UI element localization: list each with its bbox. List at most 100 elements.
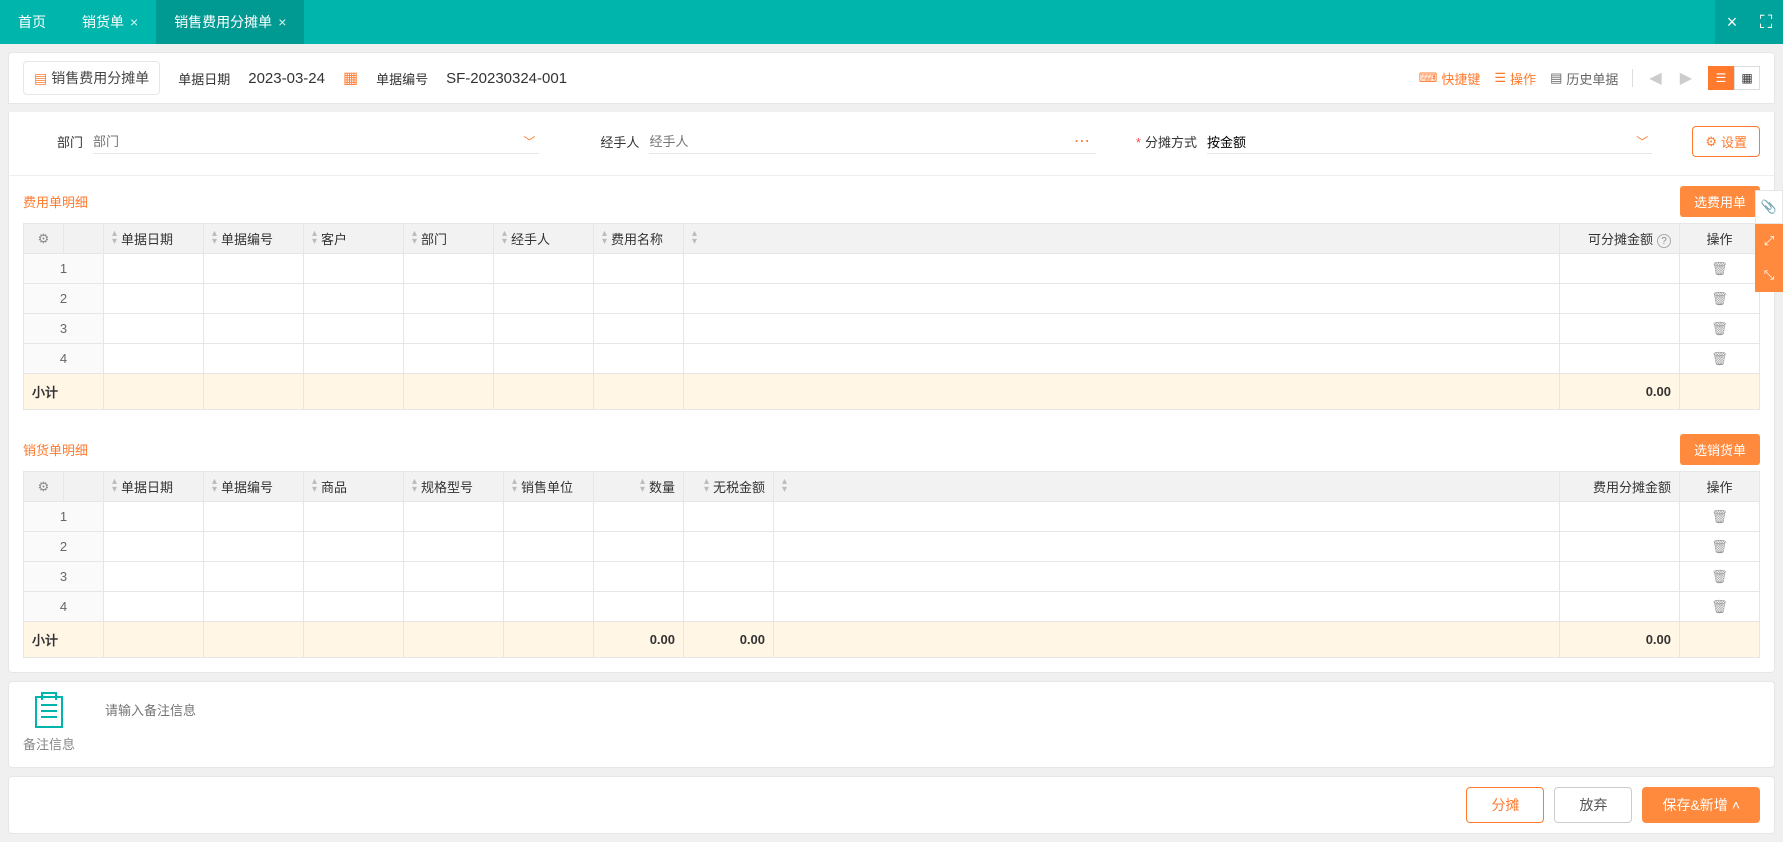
remarks-input[interactable]	[105, 700, 1760, 750]
col-action: 操作	[1680, 224, 1760, 254]
dept-input[interactable]	[93, 134, 539, 149]
document-type-tab[interactable]: ▤ 销售费用分摊单	[23, 61, 160, 95]
table-row[interactable]: 1🗑	[24, 502, 1760, 532]
handler-label: 经手人	[579, 132, 639, 151]
abandon-button[interactable]: 放弃	[1554, 787, 1632, 823]
save-new-button[interactable]: 保存&新增˄	[1642, 787, 1760, 823]
document-icon: ▤	[34, 70, 47, 87]
history-icon: ▤	[1550, 70, 1562, 86]
handler-select[interactable]: ⋯	[649, 130, 1095, 154]
gear-icon: ☰	[1494, 70, 1506, 86]
sales-panel-title: 销货单明细	[23, 440, 88, 459]
delete-row-icon[interactable]: 🗑	[1680, 592, 1760, 622]
col-blank[interactable]: ▴▾	[684, 224, 1560, 254]
close-icon[interactable]: ×	[130, 14, 138, 30]
delete-row-icon[interactable]: 🗑	[1680, 502, 1760, 532]
table-row[interactable]: 3🗑	[24, 562, 1760, 592]
col-no[interactable]: ▴▾单据编号	[204, 224, 304, 254]
remarks-panel: 备注信息	[8, 681, 1775, 768]
calendar-icon[interactable]: ▦	[343, 68, 358, 88]
delete-row-icon[interactable]: 🗑	[1680, 254, 1760, 284]
tab-sales-order[interactable]: 销货单×	[64, 0, 156, 44]
dept-select[interactable]: ﹀	[93, 130, 539, 154]
delete-row-icon[interactable]: 🗑	[1680, 314, 1760, 344]
table-row[interactable]: 4🗑	[24, 344, 1760, 374]
settings-button[interactable]: ⚙设置	[1692, 126, 1760, 157]
allocate-button[interactable]: 分摊	[1466, 787, 1544, 823]
sales-table: ⚙ ▴▾单据日期 ▴▾单据编号 ▴▾商品 ▴▾规格型号 ▴▾销售单位 ▴▾数量 …	[23, 471, 1760, 658]
col-action: 操作	[1680, 472, 1760, 502]
col-qty[interactable]: ▴▾数量	[594, 472, 684, 502]
window-close-icon[interactable]: ×	[1715, 0, 1749, 44]
select-sales-button[interactable]: 选销货单	[1680, 434, 1760, 465]
document-toolbar: ▤ 销售费用分摊单 单据日期 2023-03-24 ▦ 单据编号 SF-2023…	[8, 52, 1775, 104]
method-input[interactable]	[1207, 134, 1652, 149]
view-list-button[interactable]: ☰	[1708, 66, 1734, 90]
col-fee-name[interactable]: ▴▾费用名称	[594, 224, 684, 254]
table-row[interactable]: 4🗑	[24, 592, 1760, 622]
col-no[interactable]: ▴▾单据编号	[204, 472, 304, 502]
expense-panel-title: 费用单明细	[23, 192, 88, 211]
col-alloc-amount[interactable]: 可分摊金额?	[1560, 224, 1680, 254]
right-rail: 📎 ⤢ ⤡	[1755, 190, 1783, 292]
footer-action-bar: 分摊 放弃 保存&新增˄	[8, 776, 1775, 834]
help-icon[interactable]: ?	[1657, 234, 1671, 248]
more-icon: ⋯	[1074, 131, 1092, 151]
fullscreen-icon[interactable]: ⛶	[1749, 0, 1783, 44]
doc-no-label: 单据编号	[376, 69, 428, 88]
next-arrow-icon[interactable]: ▶	[1678, 68, 1694, 88]
table-row[interactable]: 2🗑	[24, 284, 1760, 314]
col-unit[interactable]: ▴▾销售单位	[504, 472, 594, 502]
col-handler[interactable]: ▴▾经手人	[494, 224, 594, 254]
table-row[interactable]: 2🗑	[24, 532, 1760, 562]
table-settings-icon[interactable]: ⚙	[24, 472, 64, 502]
dept-label: 部门	[23, 132, 83, 151]
delete-row-icon[interactable]: 🗑	[1680, 532, 1760, 562]
delete-row-icon[interactable]: 🗑	[1680, 562, 1760, 592]
view-grid-button[interactable]: ▦	[1734, 66, 1760, 90]
remarks-label: 备注信息	[23, 734, 75, 753]
operate-link[interactable]: ☰操作	[1494, 69, 1536, 88]
table-row[interactable]: 1🗑	[24, 254, 1760, 284]
notes-icon	[35, 696, 63, 728]
tab-home[interactable]: 首页	[0, 0, 64, 44]
attachment-icon[interactable]: 📎	[1755, 190, 1783, 224]
chevron-up-icon: ˄	[1732, 797, 1740, 813]
method-label: *分摊方式	[1136, 132, 1197, 151]
delete-row-icon[interactable]: 🗑	[1680, 344, 1760, 374]
col-alloc[interactable]: 费用分摊金额	[1560, 472, 1680, 502]
col-product[interactable]: ▴▾商品	[304, 472, 404, 502]
col-dept[interactable]: ▴▾部门	[404, 224, 494, 254]
chevron-down-icon: ﹀	[523, 133, 535, 150]
delete-row-icon[interactable]: 🗑	[1680, 284, 1760, 314]
col-blank[interactable]: ▴▾	[774, 472, 1560, 502]
table-row[interactable]: 3🗑	[24, 314, 1760, 344]
form-filter-row: 部门 ﹀ 经手人 ⋯ *分摊方式 ﹀ ⚙设置	[8, 112, 1775, 176]
expand-icon[interactable]: ⤢	[1755, 224, 1783, 258]
col-untaxed[interactable]: ▴▾无税金额	[684, 472, 774, 502]
col-spec[interactable]: ▴▾规格型号	[404, 472, 504, 502]
chevron-down-icon: ﹀	[1636, 133, 1648, 150]
tab-sales-expense-allocation[interactable]: 销售费用分摊单×	[156, 0, 304, 44]
table-settings-icon[interactable]: ⚙	[24, 224, 64, 254]
gear-icon: ⚙	[1705, 134, 1717, 150]
col-customer[interactable]: ▴▾客户	[304, 224, 404, 254]
expand-alt-icon[interactable]: ⤡	[1755, 258, 1783, 292]
shortcut-link[interactable]: ⌨快捷键	[1419, 69, 1481, 88]
select-expense-button[interactable]: 选费用单	[1680, 186, 1760, 217]
expense-detail-panel: 费用单明细 选费用单 ⚙ ▴▾单据日期 ▴▾单据编号 ▴▾客户 ▴▾部门 ▴▾经…	[8, 176, 1775, 424]
expense-table: ⚙ ▴▾单据日期 ▴▾单据编号 ▴▾客户 ▴▾部门 ▴▾经手人 ▴▾费用名称 ▴…	[23, 223, 1760, 410]
handler-input[interactable]	[649, 134, 1095, 149]
keyboard-icon: ⌨	[1419, 70, 1438, 86]
subtotal-row: 小计0.000.000.00	[24, 622, 1760, 658]
close-icon[interactable]: ×	[278, 14, 286, 30]
doc-no-value: SF-20230324-001	[446, 70, 567, 87]
method-select[interactable]: ﹀	[1207, 130, 1652, 154]
col-date[interactable]: ▴▾单据日期	[104, 472, 204, 502]
top-tab-bar: 首页 销货单× 销售费用分摊单× × ⛶	[0, 0, 1783, 44]
doc-date-value[interactable]: 2023-03-24	[248, 70, 325, 87]
col-date[interactable]: ▴▾单据日期	[104, 224, 204, 254]
prev-arrow-icon[interactable]: ◀	[1647, 68, 1663, 88]
history-link[interactable]: ▤历史单据	[1550, 69, 1618, 88]
document-type-label: 销售费用分摊单	[51, 68, 149, 88]
